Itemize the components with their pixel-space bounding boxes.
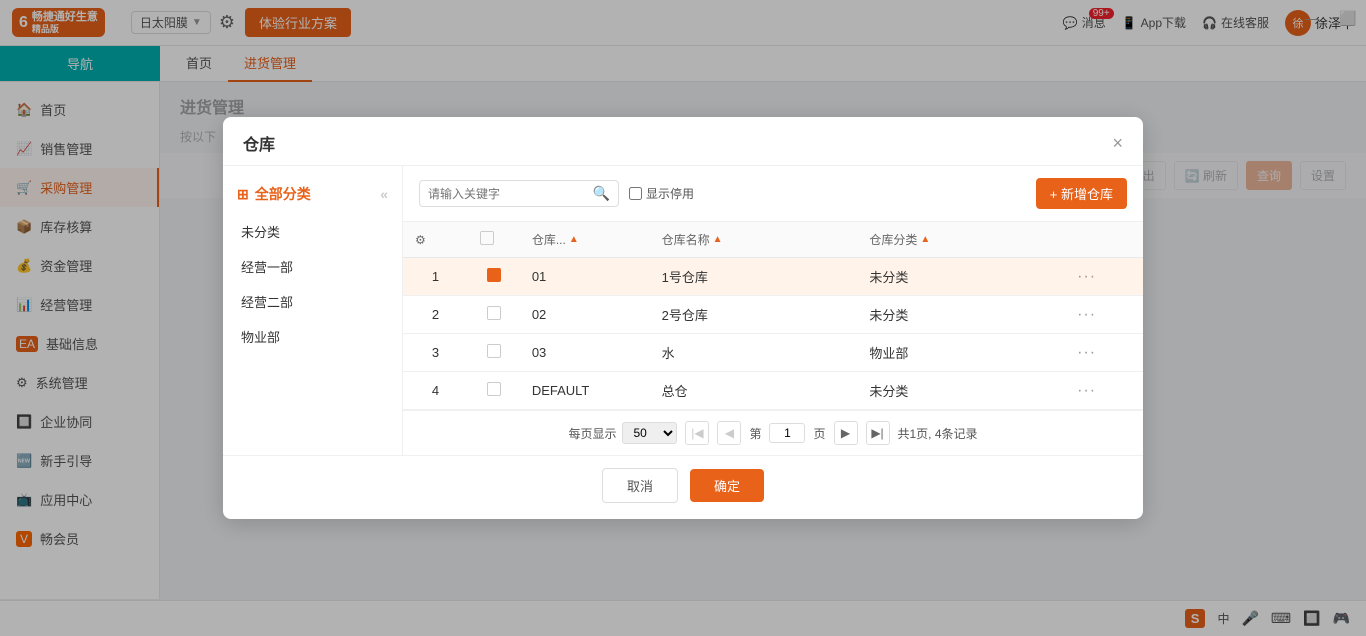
prev-page-button[interactable]: ◀ bbox=[717, 421, 741, 445]
row-name-4: 总仓 bbox=[650, 372, 858, 410]
th-name-label: 仓库名称 bbox=[662, 231, 710, 248]
row-checkbox-4[interactable] bbox=[468, 372, 520, 410]
th-actions bbox=[1065, 222, 1143, 258]
row-name-1: 1号仓库 bbox=[650, 258, 858, 296]
table-row[interactable]: 2 02 2号仓库 未分类 ··· bbox=[403, 296, 1143, 334]
row-category-1: 未分类 bbox=[857, 258, 1065, 296]
total-info: 共1页, 4条记录 bbox=[898, 425, 978, 442]
row-check-icon-3[interactable] bbox=[487, 344, 501, 358]
sort-category[interactable]: 仓库分类 ▲ bbox=[869, 231, 1053, 248]
th-category: 仓库分类 ▲ bbox=[857, 222, 1065, 258]
last-page-button[interactable]: ▶| bbox=[866, 421, 890, 445]
modal-body: ⊞ 全部分类 « 未分类 经营一部 经营二部 物业部 🔍 bbox=[223, 166, 1143, 455]
category-unclassified[interactable]: 未分类 bbox=[223, 214, 402, 249]
page-number-input[interactable] bbox=[769, 423, 805, 443]
table-row[interactable]: 1 01 1号仓库 未分类 ··· bbox=[403, 258, 1143, 296]
row-code-2: 02 bbox=[520, 296, 650, 334]
all-categories-label: 全部分类 bbox=[255, 184, 311, 204]
header-gear-icon: ⚙ bbox=[415, 233, 426, 247]
show-disabled-label: 显示停用 bbox=[646, 185, 694, 202]
cancel-button[interactable]: 取消 bbox=[602, 468, 678, 503]
warehouse-modal: 仓库 × ⊞ 全部分类 « 未分类 经营一部 经营二部 物业部 bbox=[223, 117, 1143, 519]
table-body: 1 01 1号仓库 未分类 ··· 2 02 2 bbox=[403, 258, 1143, 410]
table-row[interactable]: 3 03 水 物业部 ··· bbox=[403, 334, 1143, 372]
page-label: 第 bbox=[749, 425, 761, 442]
warehouse-table: ⚙ 仓库... ▲ 仓库名称 bbox=[403, 222, 1143, 410]
modal-overlay: 仓库 × ⊞ 全部分类 « 未分类 经营一部 经营二部 物业部 bbox=[0, 0, 1366, 636]
row-actions-1[interactable]: ··· bbox=[1065, 258, 1143, 296]
row-actions-3[interactable]: ··· bbox=[1065, 334, 1143, 372]
actions-dots-icon-3[interactable]: ··· bbox=[1077, 344, 1096, 361]
per-page-select[interactable]: 50 100 200 bbox=[622, 422, 677, 444]
sort-icon-category: ▲ bbox=[920, 234, 930, 245]
sort-icon-code: ▲ bbox=[569, 234, 579, 245]
row-category-4: 未分类 bbox=[857, 372, 1065, 410]
grid-icon: ⊞ bbox=[237, 186, 249, 203]
row-num-3: 3 bbox=[403, 334, 468, 372]
row-num-4: 4 bbox=[403, 372, 468, 410]
pagination: 每页显示 50 100 200 |◀ ◀ 第 页 ▶ ▶| 共1页, 4条记录 bbox=[403, 410, 1143, 455]
row-code-3: 03 bbox=[520, 334, 650, 372]
row-code-1: 01 bbox=[520, 258, 650, 296]
first-page-button[interactable]: |◀ bbox=[685, 421, 709, 445]
modal-title: 仓库 bbox=[243, 131, 275, 155]
row-check-icon-4[interactable] bbox=[487, 382, 501, 396]
table-row[interactable]: 4 DEFAULT 总仓 未分类 ··· bbox=[403, 372, 1143, 410]
sort-code[interactable]: 仓库... ▲ bbox=[532, 231, 638, 248]
confirm-button[interactable]: 确定 bbox=[690, 469, 764, 502]
sort-name[interactable]: 仓库名称 ▲ bbox=[662, 231, 846, 248]
th-checkbox bbox=[468, 222, 520, 258]
search-box: 🔍 bbox=[419, 180, 619, 207]
warehouse-table-wrap: ⚙ 仓库... ▲ 仓库名称 bbox=[403, 222, 1143, 410]
select-all-checkbox[interactable] bbox=[480, 231, 494, 245]
row-code-4: DEFAULT bbox=[520, 372, 650, 410]
th-category-label: 仓库分类 bbox=[869, 231, 917, 248]
table-header: ⚙ 仓库... ▲ 仓库名称 bbox=[403, 222, 1143, 258]
th-name: 仓库名称 ▲ bbox=[650, 222, 858, 258]
row-category-3: 物业部 bbox=[857, 334, 1065, 372]
search-input[interactable] bbox=[428, 187, 593, 201]
add-warehouse-button[interactable]: + 新增仓库 bbox=[1036, 178, 1127, 209]
next-page-button[interactable]: ▶ bbox=[834, 421, 858, 445]
modal-actions: 取消 确定 bbox=[223, 455, 1143, 519]
row-check-icon-2[interactable] bbox=[487, 306, 501, 320]
modal-content-toolbar: 🔍 显示停用 + 新增仓库 bbox=[403, 166, 1143, 222]
page-unit: 页 bbox=[813, 425, 825, 442]
th-code: 仓库... ▲ bbox=[520, 222, 650, 258]
category-operations-1[interactable]: 经营一部 bbox=[223, 249, 402, 284]
actions-dots-icon-2[interactable]: ··· bbox=[1077, 306, 1096, 323]
row-name-2: 2号仓库 bbox=[650, 296, 858, 334]
modal-close-button[interactable]: × bbox=[1112, 133, 1123, 154]
modal-header: 仓库 × bbox=[223, 117, 1143, 166]
row-checkbox-2[interactable] bbox=[468, 296, 520, 334]
show-disabled-checkbox-label[interactable]: 显示停用 bbox=[629, 185, 694, 202]
modal-content-area: 🔍 显示停用 + 新增仓库 ⚙ bbox=[403, 166, 1143, 455]
search-icon: 🔍 bbox=[593, 185, 610, 202]
row-num-1: 1 bbox=[403, 258, 468, 296]
table-header-row: ⚙ 仓库... ▲ 仓库名称 bbox=[403, 222, 1143, 258]
show-disabled-checkbox[interactable] bbox=[629, 187, 642, 200]
row-name-3: 水 bbox=[650, 334, 858, 372]
th-gear: ⚙ bbox=[403, 222, 468, 258]
modal-all-categories[interactable]: ⊞ 全部分类 « bbox=[223, 176, 402, 214]
per-page-label: 每页显示 bbox=[568, 425, 616, 442]
row-checkbox-3[interactable] bbox=[468, 334, 520, 372]
actions-dots-icon-4[interactable]: ··· bbox=[1077, 382, 1096, 399]
row-num-2: 2 bbox=[403, 296, 468, 334]
per-page-selector: 每页显示 50 100 200 bbox=[568, 422, 677, 444]
row-actions-2[interactable]: ··· bbox=[1065, 296, 1143, 334]
row-actions-4[interactable]: ··· bbox=[1065, 372, 1143, 410]
category-property[interactable]: 物业部 bbox=[223, 319, 402, 354]
category-operations-2[interactable]: 经营二部 bbox=[223, 284, 402, 319]
th-code-label: 仓库... bbox=[532, 231, 566, 248]
row-category-2: 未分类 bbox=[857, 296, 1065, 334]
actions-dots-icon-1[interactable]: ··· bbox=[1077, 268, 1096, 285]
collapse-sidebar-button[interactable]: « bbox=[380, 186, 388, 202]
row-check-icon-1[interactable] bbox=[487, 268, 501, 282]
sort-icon-name: ▲ bbox=[713, 234, 723, 245]
modal-sidebar: ⊞ 全部分类 « 未分类 经营一部 经营二部 物业部 bbox=[223, 166, 403, 455]
row-checkbox-1[interactable] bbox=[468, 258, 520, 296]
